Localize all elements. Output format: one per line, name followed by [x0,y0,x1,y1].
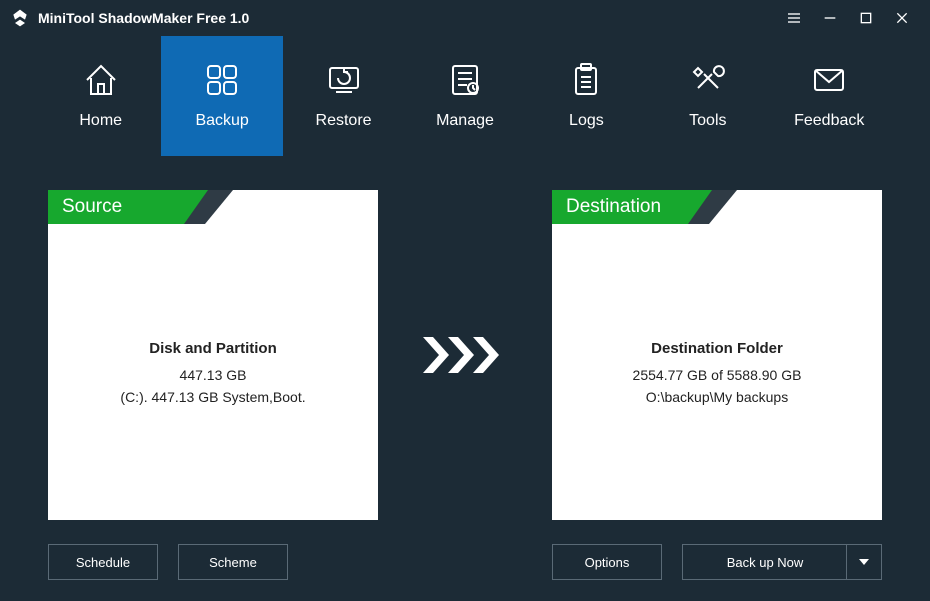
app-title: MiniTool ShadowMaker Free 1.0 [38,10,776,26]
destination-detail: O:\backup\My backups [646,389,788,405]
nav-feedback[interactable]: Feedback [769,36,890,156]
nav-label: Feedback [794,112,864,130]
source-detail: (C:). 447.13 GB System,Boot. [120,389,305,405]
source-column: Source Disk and Partition 447.13 GB (C:)… [48,190,378,587]
source-button-row: Schedule Scheme [48,544,378,580]
nav-home[interactable]: Home [40,36,161,156]
restore-icon [324,62,364,98]
source-header-label: Source [48,190,208,224]
nav-backup[interactable]: Backup [161,36,282,156]
nav-label: Restore [316,112,372,130]
destination-heading: Destination Folder [651,340,783,357]
source-heading: Disk and Partition [149,340,277,357]
title-bar: MiniTool ShadowMaker Free 1.0 [0,0,930,36]
destination-column: Destination Destination Folder 2554.77 G… [552,190,882,587]
nav-label: Backup [195,112,248,130]
schedule-button[interactable]: Schedule [48,544,158,580]
manage-icon [445,62,485,98]
destination-panel-body: Destination Folder 2554.77 GB of 5588.90… [552,224,882,520]
backup-icon [202,62,242,98]
scheme-button[interactable]: Scheme [178,544,288,580]
main-nav: Home Backup Restore Manage Logs Tools [0,36,930,156]
source-panel[interactable]: Source Disk and Partition 447.13 GB (C:)… [48,190,378,520]
feedback-icon [809,62,849,98]
nav-label: Manage [436,112,494,130]
nav-label: Logs [569,112,604,130]
close-button[interactable] [884,0,920,36]
nav-manage[interactable]: Manage [404,36,525,156]
nav-restore[interactable]: Restore [283,36,404,156]
destination-panel[interactable]: Destination Destination Folder 2554.77 G… [552,190,882,520]
source-size: 447.13 GB [180,367,247,383]
destination-button-row: Options Back up Now [552,544,882,580]
maximize-button[interactable] [848,0,884,36]
backup-now-button[interactable]: Back up Now [682,544,882,580]
menu-button[interactable] [776,0,812,36]
nav-label: Home [79,112,122,130]
tools-icon [688,62,728,98]
source-panel-header: Source [48,190,378,224]
destination-panel-header: Destination [552,190,882,224]
source-panel-body: Disk and Partition 447.13 GB (C:). 447.1… [48,224,378,520]
destination-size: 2554.77 GB of 5588.90 GB [633,367,802,383]
chevron-right-icon [415,335,515,375]
backup-content: Source Disk and Partition 447.13 GB (C:)… [0,156,930,601]
nav-label: Tools [689,112,726,130]
options-button[interactable]: Options [552,544,662,580]
arrow-indicator [378,190,552,520]
minimize-button[interactable] [812,0,848,36]
destination-header-label: Destination [552,190,712,224]
app-logo-icon [10,8,30,28]
nav-tools[interactable]: Tools [647,36,768,156]
nav-logs[interactable]: Logs [526,36,647,156]
logs-icon [566,62,606,98]
home-icon [81,62,121,98]
